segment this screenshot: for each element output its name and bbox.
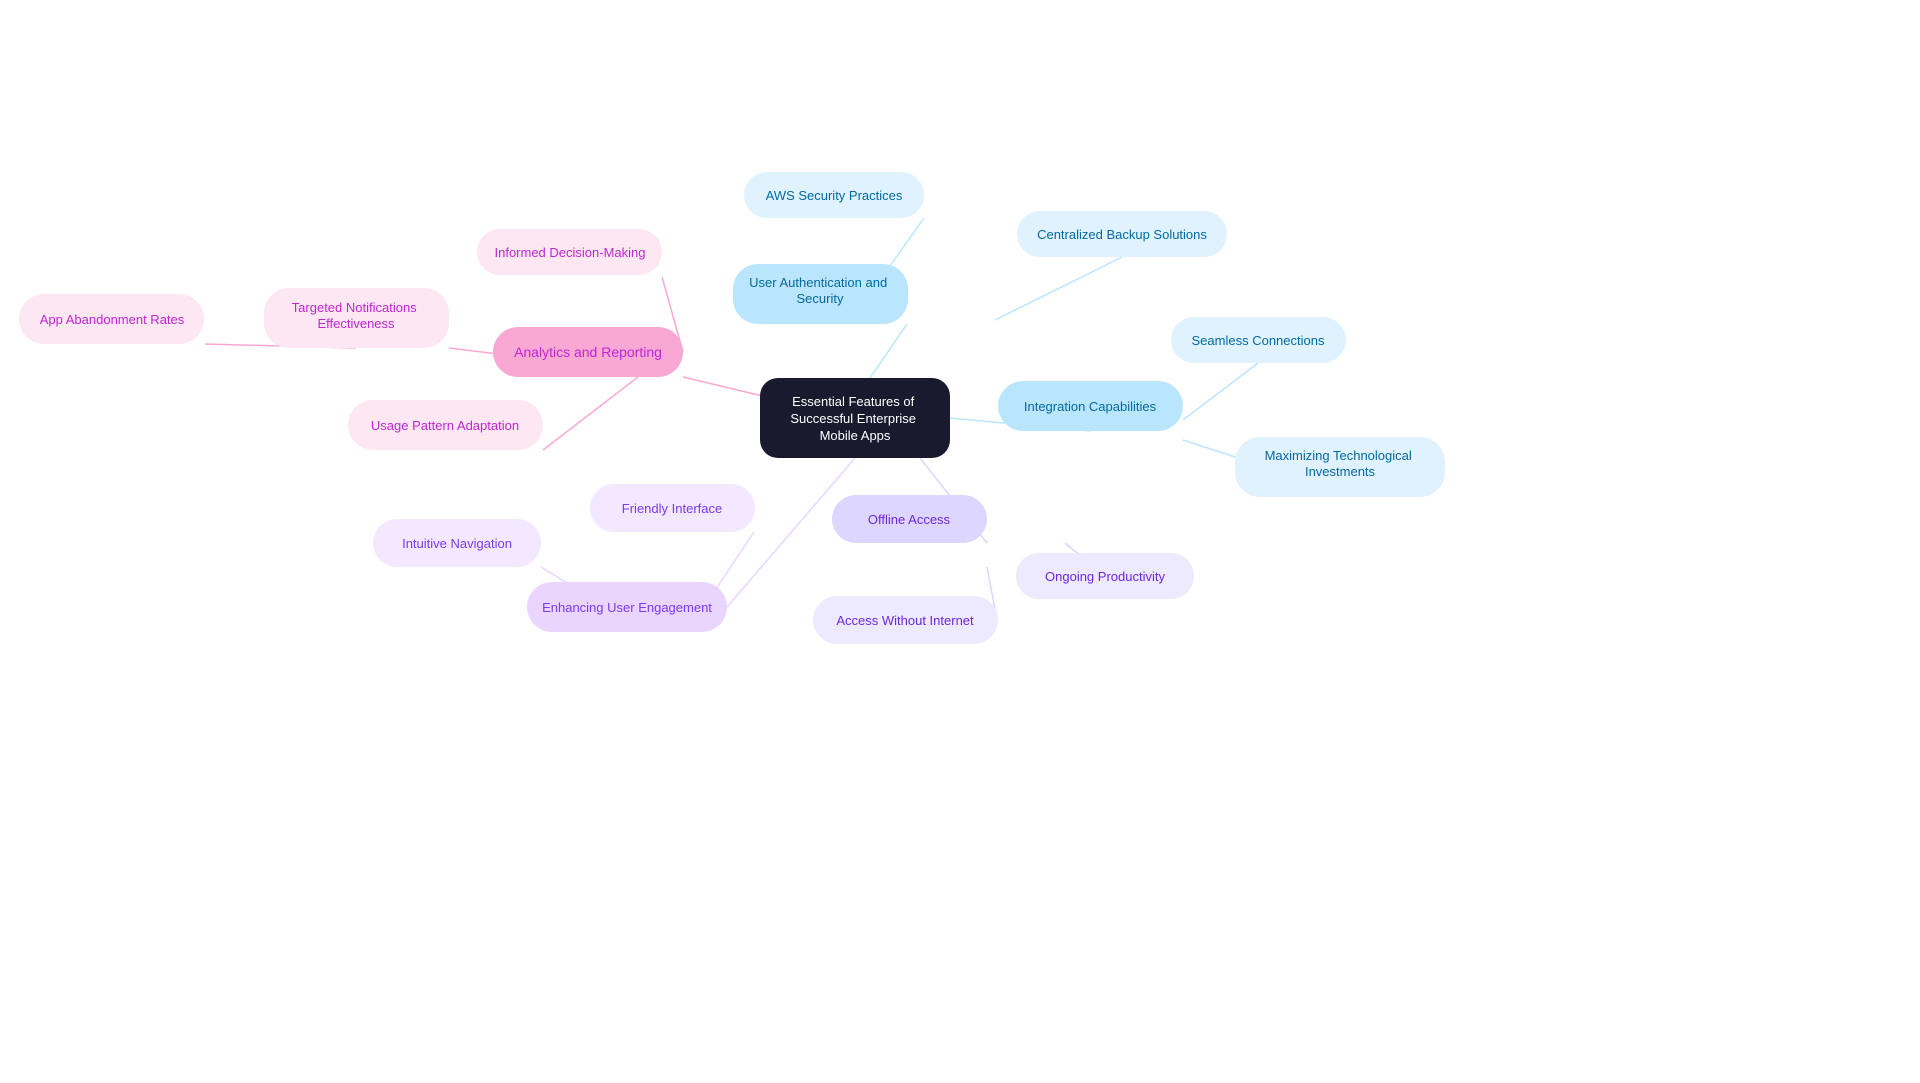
offline-label: Offline Access xyxy=(868,512,951,527)
engagement-label: Enhancing User Engagement xyxy=(542,600,712,615)
seamless-label: Seamless Connections xyxy=(1192,333,1325,348)
app-abandonment-label: App Abandonment Rates xyxy=(40,312,185,327)
informed-label: Informed Decision-Making xyxy=(494,245,645,260)
friendly-label: Friendly Interface xyxy=(622,501,722,516)
intuitive-label: Intuitive Navigation xyxy=(402,536,512,551)
integration-label: Integration Capabilities xyxy=(1024,399,1157,414)
ongoing-label: Ongoing Productivity xyxy=(1045,569,1165,584)
usage-label: Usage Pattern Adaptation xyxy=(371,418,519,433)
access-without-label: Access Without Internet xyxy=(836,613,974,628)
analytics-label: Analytics and Reporting xyxy=(514,344,662,360)
backup-label: Centralized Backup Solutions xyxy=(1037,227,1207,242)
aws-label: AWS Security Practices xyxy=(766,188,903,203)
